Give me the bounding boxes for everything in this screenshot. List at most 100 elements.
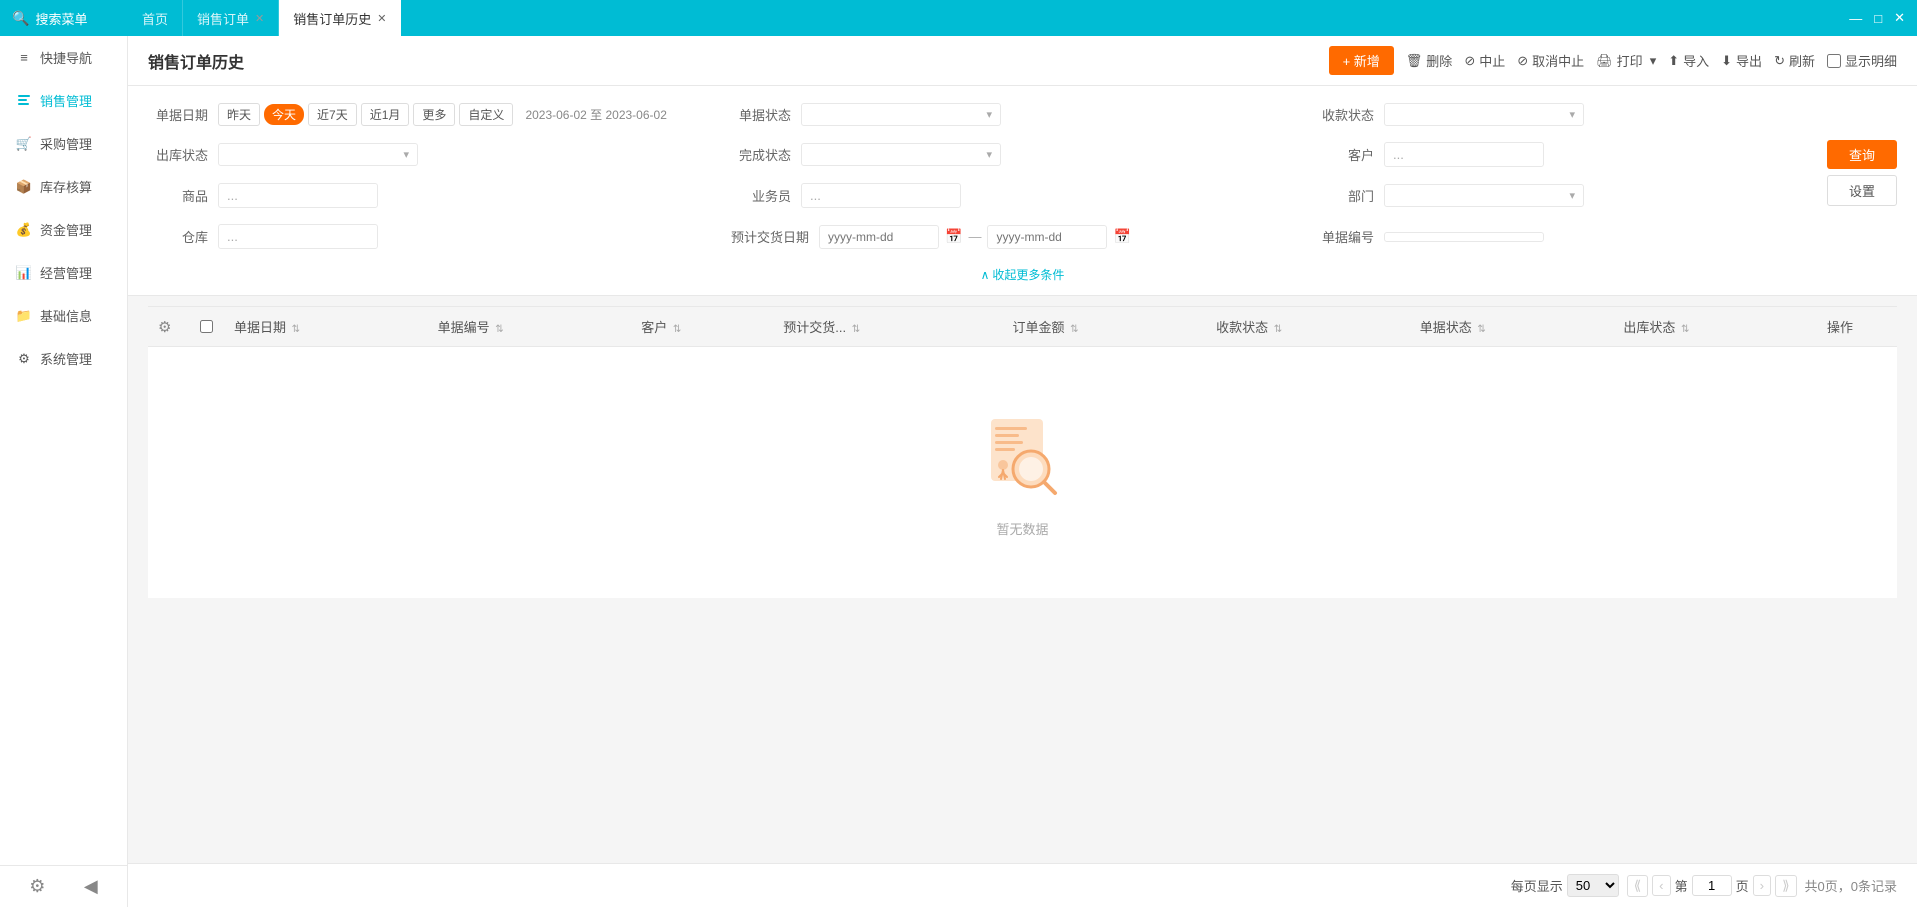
filter-pay-status-cell: 收款状态 ▾ <box>1314 98 1897 131</box>
print-label: 打印 <box>1617 51 1643 70</box>
page-label: 第 <box>1675 876 1688 895</box>
th-date[interactable]: 单据日期 ⇅ <box>224 307 428 347</box>
th-settings: ⚙ <box>148 307 188 347</box>
tab-home[interactable]: 首页 <box>128 0 183 36</box>
th-date-sort: ⇅ <box>292 324 300 335</box>
select-all-checkbox[interactable] <box>200 320 213 333</box>
th-pay-status[interactable]: 收款状态 ⇅ <box>1206 307 1410 347</box>
th-ops-label: 操作 <box>1827 320 1853 335</box>
sidebar-item-system[interactable]: ⚙ 系统管理 <box>0 337 127 380</box>
warehouse-input[interactable]: ... <box>218 224 378 249</box>
sidebar-item-finance[interactable]: 💰 资金管理 <box>0 208 127 251</box>
prev-page-btn[interactable]: ‹ <box>1652 875 1670 896</box>
order-no-input[interactable] <box>1384 232 1544 242</box>
date-btn-7days[interactable]: 近7天 <box>308 103 357 126</box>
customer-input[interactable]: ... <box>1384 142 1544 167</box>
expected-date-wrap: 📅 — 📅 <box>819 225 1131 249</box>
date-range-display: 2023-06-02 至 2023-06-02 <box>525 106 666 123</box>
minimize-btn[interactable]: — <box>1849 11 1862 26</box>
th-customer[interactable]: 客户 ⇅ <box>631 307 773 347</box>
pay-status-select[interactable]: ▾ <box>1384 103 1584 126</box>
print-btn[interactable]: 🖨 打印 ▾ <box>1596 51 1656 70</box>
first-page-btn[interactable]: ⟪ <box>1627 875 1648 897</box>
sidebar-item-quick-nav-label: 快捷导航 <box>40 48 92 67</box>
th-expected[interactable]: 预计交货... ⇅ <box>773 307 1002 347</box>
th-date-label: 单据日期 <box>234 320 286 335</box>
collapse-btn[interactable]: ∧ 收起更多条件 <box>981 266 1065 283</box>
expected-date-from[interactable] <box>819 225 939 249</box>
stop-label: 中止 <box>1479 51 1505 70</box>
settings-btn[interactable]: 设置 <box>1827 175 1897 206</box>
page-input[interactable] <box>1692 875 1732 896</box>
refresh-btn[interactable]: ↻ 刷新 <box>1774 51 1815 70</box>
query-btn[interactable]: 查询 <box>1827 140 1897 169</box>
date-btn-yesterday[interactable]: 昨天 <box>218 103 260 126</box>
export-btn[interactable]: ⬇ 导出 <box>1721 51 1762 70</box>
display-detail-checkbox[interactable] <box>1827 54 1841 68</box>
table-settings-icon[interactable]: ⚙ <box>158 319 171 336</box>
stop-btn[interactable]: ⊘ 中止 <box>1464 51 1505 70</box>
page-size-label: 每页显示 <box>1511 876 1563 895</box>
next-page-btn[interactable]: › <box>1753 875 1771 896</box>
sidebar-collapse-icon[interactable]: ◀ <box>84 876 98 897</box>
app-header: 🔍 搜索菜单 首页 销售订单 ✕ 销售订单历史 ✕ — □ ✕ <box>0 0 1917 36</box>
tab-sales-order-close[interactable]: ✕ <box>255 12 264 25</box>
complete-status-select[interactable]: ▾ <box>801 143 1001 166</box>
order-status-select[interactable]: ▾ <box>801 103 1001 126</box>
sidebar-item-operations[interactable]: 📊 经营管理 <box>0 251 127 294</box>
filter-panel: 单据日期 昨天 今天 近7天 近1月 更多 自定义 2023-06-02 至 2… <box>128 86 1917 296</box>
date-label: 单据日期 <box>148 105 218 124</box>
date-btn-1month[interactable]: 近1月 <box>361 103 410 126</box>
query-settings-btns: 查询 设置 <box>1827 140 1897 206</box>
product-label: 商品 <box>148 186 218 205</box>
date-btn-today[interactable]: 今天 <box>264 104 304 125</box>
out-status-control: ▾ <box>218 143 731 166</box>
tab-sales-order[interactable]: 销售订单 ✕ <box>183 0 279 36</box>
import-label: 导入 <box>1683 51 1709 70</box>
sidebar-item-inventory-label: 库存核算 <box>40 177 92 196</box>
th-amount[interactable]: 订单金额 ⇅ <box>1003 307 1207 347</box>
th-order-status[interactable]: 单据状态 ⇅ <box>1410 307 1614 347</box>
tab-home-label: 首页 <box>142 9 168 28</box>
display-detail-toggle[interactable]: 显示明细 <box>1827 51 1897 70</box>
expected-date-to[interactable] <box>987 225 1107 249</box>
sidebar-item-basic-info[interactable]: 📁 基础信息 <box>0 294 127 337</box>
th-out-status[interactable]: 出库状态 ⇅ <box>1613 307 1817 347</box>
filter-date-cell: 单据日期 昨天 今天 近7天 近1月 更多 自定义 2023-06-02 至 2… <box>148 98 731 131</box>
out-status-select[interactable]: ▾ <box>218 143 418 166</box>
sidebar-item-inventory[interactable]: 📦 库存核算 <box>0 165 127 208</box>
tab-sales-order-history[interactable]: 销售订单历史 ✕ <box>279 0 401 36</box>
import-btn[interactable]: ⬆ 导入 <box>1668 51 1709 70</box>
product-input[interactable]: ... <box>218 183 378 208</box>
cal-to-icon[interactable]: 📅 <box>1113 228 1130 245</box>
sidebar-item-system-label: 系统管理 <box>40 349 92 368</box>
sidebar-settings-icon[interactable]: ⚙ <box>29 876 45 897</box>
dept-select[interactable]: ▾ <box>1384 184 1584 207</box>
search-menu-btn[interactable]: 🔍 搜索菜单 <box>0 0 128 36</box>
th-out-status-label: 出库状态 <box>1623 320 1675 335</box>
cancel-stop-btn[interactable]: ⊘ 取消中止 <box>1517 51 1584 70</box>
th-out-status-sort: ⇅ <box>1681 324 1689 335</box>
date-btn-custom[interactable]: 自定义 <box>459 103 513 126</box>
tab-sales-order-history-close[interactable]: ✕ <box>377 12 386 25</box>
empty-illustration <box>973 407 1073 507</box>
sidebar-item-quick-nav[interactable]: ≡ 快捷导航 <box>0 36 127 79</box>
date-btn-more[interactable]: 更多 <box>413 103 455 126</box>
new-btn[interactable]: + 新增 <box>1329 46 1394 75</box>
refresh-label: 刷新 <box>1789 51 1815 70</box>
th-no[interactable]: 单据编号 ⇅ <box>428 307 632 347</box>
product-control: ... <box>218 183 731 208</box>
filter-product-cell: 商品 ... <box>148 178 731 213</box>
last-page-btn[interactable]: ⟫ <box>1775 875 1796 897</box>
page-size-select[interactable]: 50 10 20 100 <box>1567 874 1619 897</box>
th-amount-label: 订单金额 <box>1013 320 1065 335</box>
sidebar-item-purchase[interactable]: 🛒 采购管理 <box>0 122 127 165</box>
sidebar-item-sales[interactable]: 销售管理 <box>0 79 127 122</box>
cal-from-icon[interactable]: 📅 <box>945 228 962 245</box>
sidebar-item-basic-info-label: 基础信息 <box>40 306 92 325</box>
app-header-right: — □ ✕ <box>1849 0 1917 36</box>
close-btn[interactable]: ✕ <box>1894 10 1905 26</box>
delete-btn[interactable]: 🗑 删除 <box>1406 51 1453 70</box>
maximize-btn[interactable]: □ <box>1874 11 1882 26</box>
salesperson-input[interactable]: ... <box>801 183 961 208</box>
